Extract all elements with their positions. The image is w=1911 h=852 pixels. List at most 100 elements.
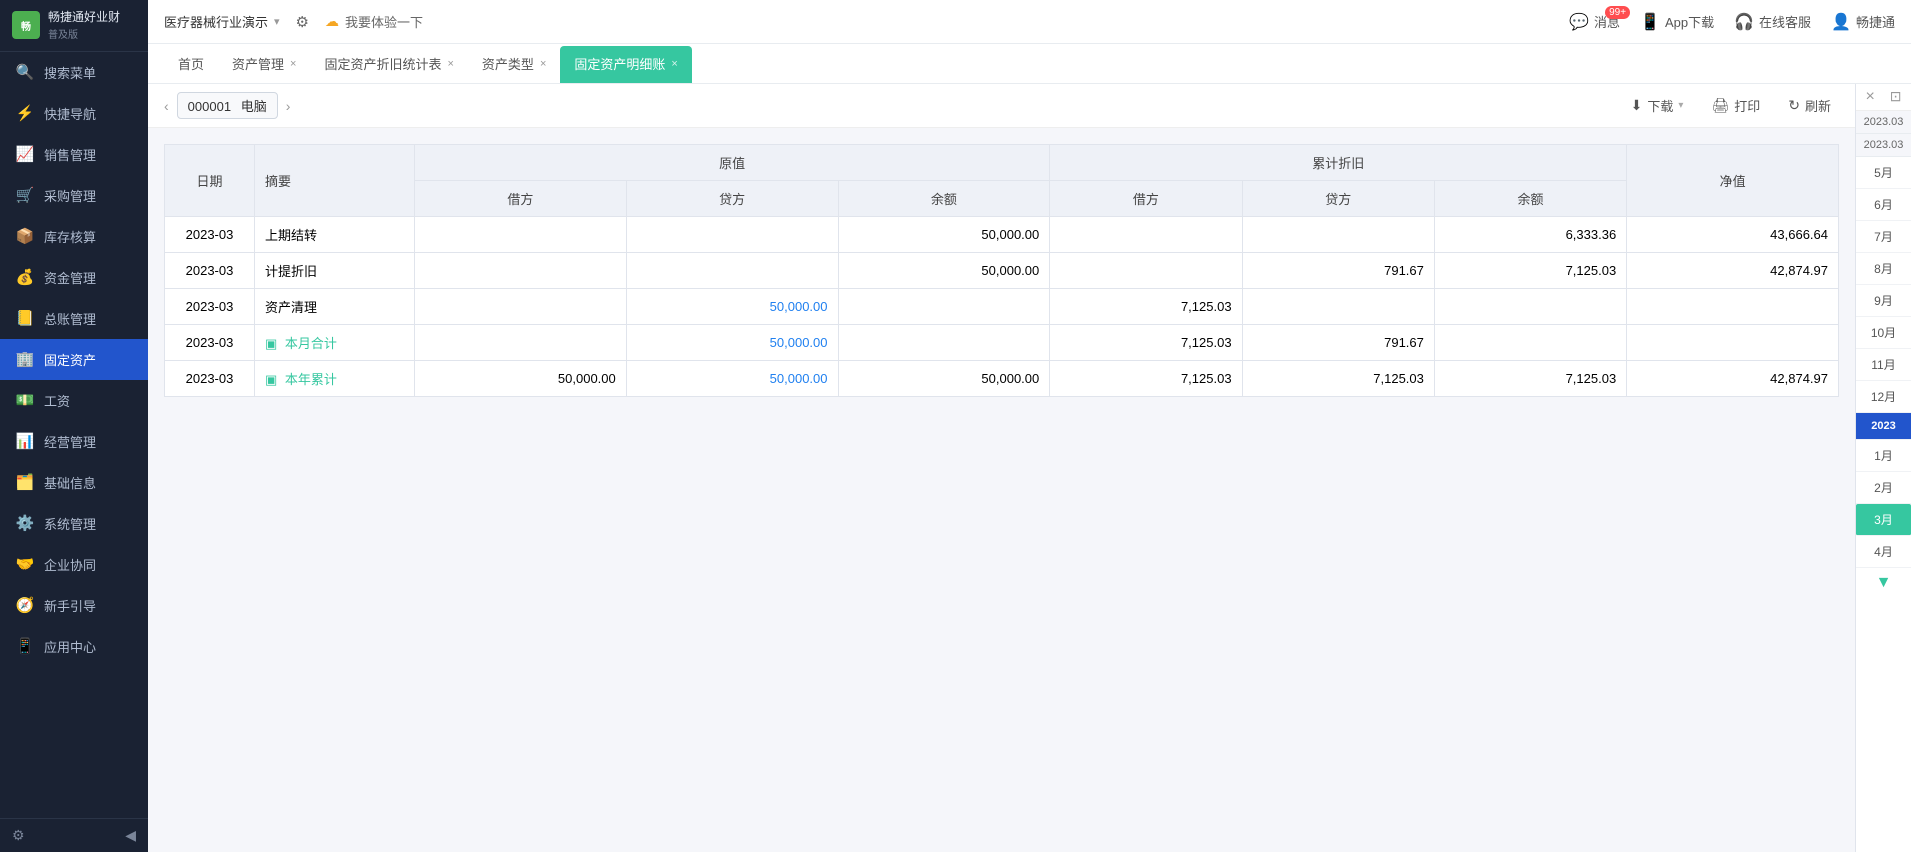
app-subtitle: 普及版: [48, 26, 120, 41]
cell-orig-credit: [626, 253, 838, 289]
cell-accum-credit: [1242, 289, 1434, 325]
sidebar-item-collab[interactable]: 🤝 企业协同: [0, 544, 148, 585]
cell-net-value: 43,666.64: [1627, 217, 1839, 253]
guide-icon: 🧭: [16, 596, 34, 614]
date-month-6月[interactable]: 6月: [1856, 189, 1911, 221]
tab-asset-type[interactable]: 资产类型 ×: [468, 46, 560, 83]
cell-summary: 资产清理: [255, 289, 415, 325]
sidebar-item-capital[interactable]: 💰 资金管理: [0, 257, 148, 298]
tab-assetmgmt[interactable]: 资产管理 ×: [218, 46, 310, 83]
date-panel-expand-icon[interactable]: ⊡: [1890, 88, 1902, 106]
cell-accum-debit: [1050, 253, 1242, 289]
sidebar-item-guide[interactable]: 🧭 新手引导: [0, 585, 148, 626]
date-month-12月[interactable]: 12月: [1856, 381, 1911, 413]
refresh-btn[interactable]: ↻ 刷新: [1780, 92, 1839, 119]
th-orig-balance: 余额: [838, 181, 1050, 217]
settings-icon[interactable]: ⚙: [12, 827, 25, 844]
date-month-5月[interactable]: 5月: [1856, 157, 1911, 189]
module-selector[interactable]: 医疗器械行业演示 ▾: [164, 12, 280, 31]
cell-accum-debit: 7,125.03: [1050, 361, 1242, 397]
table-row: 2023-03 ▣ 本月合计 50,000.00 7,125.03 791.67: [165, 325, 1839, 361]
date-month-11月[interactable]: 11月: [1856, 349, 1911, 381]
date-panel-close-icon[interactable]: ×: [1865, 88, 1874, 106]
date-month-10月[interactable]: 10月: [1856, 317, 1911, 349]
cell-date: 2023-03: [165, 289, 255, 325]
nav-item-box[interactable]: 000001 电脑: [177, 92, 278, 119]
tab-label-asset-detail: 固定资产明细账: [574, 54, 665, 73]
th-accum-depr: 累计折旧: [1050, 145, 1627, 181]
date-month-2023-4月[interactable]: 4月: [1856, 536, 1911, 568]
module-settings-icon[interactable]: ⚙: [292, 9, 313, 35]
date-section-header-2: 2023.03: [1856, 134, 1911, 157]
sidebar-label-purchase: 采购管理: [44, 186, 96, 205]
tab-close-asset-type[interactable]: ×: [540, 58, 546, 70]
cell-date: 2023-03: [165, 217, 255, 253]
cell-orig-credit: 50,000.00: [626, 289, 838, 325]
sidebar-item-fixedasset[interactable]: 🏢 固定资产: [0, 339, 148, 380]
tab-asset-detail[interactable]: 固定资产明细账 ×: [560, 46, 691, 83]
table-wrapper: 日期 摘要 原值 累计折旧 净值 借方 贷方 余额 借方 贷方 余额: [148, 128, 1855, 852]
date-month-8月[interactable]: 8月: [1856, 253, 1911, 285]
tab-close-assetmgmt[interactable]: ×: [290, 58, 296, 70]
cell-date: 2023-03: [165, 253, 255, 289]
sidebar-item-sysmanage[interactable]: ⚙️ 系统管理: [0, 503, 148, 544]
quicknav-icon: ⚡: [16, 104, 34, 122]
sidebar-item-sales[interactable]: 📈 销售管理: [0, 134, 148, 175]
th-summary: 摘要: [255, 145, 415, 217]
cell-accum-credit: 7,125.03: [1242, 361, 1434, 397]
date-year-marker-2023[interactable]: 2023: [1856, 413, 1911, 440]
page-content: ‹ 000001 电脑 › ⬇ 下载 ▾ 🖨 打印: [148, 84, 1855, 852]
print-btn[interactable]: 🖨 打印: [1703, 92, 1768, 119]
date-month-2023-2月[interactable]: 2月: [1856, 472, 1911, 504]
cell-accum-debit: [1050, 217, 1242, 253]
module-arrow-icon: ▾: [274, 15, 280, 28]
topbar-service[interactable]: 🎧 在线客服: [1734, 12, 1811, 32]
tab-depr-stat[interactable]: 固定资产折旧统计表×: [310, 46, 467, 83]
topbar-app[interactable]: 📱 App下载: [1640, 12, 1714, 32]
sidebar-item-bizmanage[interactable]: 📊 经营管理: [0, 421, 148, 462]
cell-accum-balance: 7,125.03: [1434, 253, 1626, 289]
sidebar-label-payroll: 工资: [44, 391, 70, 410]
experience-label: 我要体验一下: [345, 12, 423, 31]
date-month-2023-1月[interactable]: 1月: [1856, 440, 1911, 472]
tab-home[interactable]: 首页: [164, 46, 218, 83]
topbar-message[interactable]: 💬 消息 99+: [1569, 12, 1620, 32]
cell-orig-balance: 50,000.00: [838, 217, 1050, 253]
th-accum-balance: 余额: [1434, 181, 1626, 217]
date-month-2023-3月[interactable]: 3月: [1856, 504, 1911, 536]
purchase-icon: 🛒: [16, 186, 34, 204]
download-label: 下载: [1647, 96, 1673, 115]
tab-close-asset-detail[interactable]: ×: [671, 58, 677, 70]
nav-next-icon[interactable]: ›: [286, 98, 291, 114]
sidebar-item-inventory[interactable]: 📦 库存核算: [0, 216, 148, 257]
sidebar-label-sales: 销售管理: [44, 145, 96, 164]
sidebar-item-payroll[interactable]: 💵 工资: [0, 380, 148, 421]
fixedasset-icon: 🏢: [16, 350, 34, 368]
sidebar-item-search[interactable]: 🔍 搜索菜单: [0, 52, 148, 93]
nav-prev-icon[interactable]: ‹: [164, 98, 169, 114]
topbar-user[interactable]: 👤 畅捷通: [1831, 12, 1895, 32]
cell-accum-balance: 6,333.36: [1434, 217, 1626, 253]
date-panel-down-icon[interactable]: ▼: [1856, 568, 1911, 598]
cell-net-value: [1627, 325, 1839, 361]
date-month-9月[interactable]: 9月: [1856, 285, 1911, 317]
collapse-sidebar-icon[interactable]: ◀: [125, 827, 136, 844]
date-month-7月[interactable]: 7月: [1856, 221, 1911, 253]
experience-btn[interactable]: ☁ 我要体验一下: [325, 12, 423, 31]
tab-label-assetmgmt: 资产管理: [232, 54, 284, 73]
sidebar-label-inventory: 库存核算: [44, 227, 96, 246]
tab-label-asset-type: 资产类型: [482, 54, 534, 73]
baseinfo-icon: 🗂️: [16, 473, 34, 491]
cell-summary: ▣ 本年累计: [255, 361, 415, 397]
sidebar-item-appcenter[interactable]: 📱 应用中心: [0, 626, 148, 667]
sidebar-item-purchase[interactable]: 🛒 采购管理: [0, 175, 148, 216]
cell-orig-credit: 50,000.00: [626, 361, 838, 397]
tab-close-depr-stat[interactable]: ×: [447, 58, 453, 70]
print-icon: 🖨: [1711, 97, 1729, 114]
sidebar-item-quicknav[interactable]: ⚡ 快捷导航: [0, 93, 148, 134]
sidebar-item-baseinfo[interactable]: 🗂️ 基础信息: [0, 462, 148, 503]
table-body: 2023-03 上期结转 50,000.00 6,333.36 43,666.6…: [165, 217, 1839, 397]
download-btn[interactable]: ⬇ 下载 ▾: [1623, 92, 1692, 119]
th-original-value: 原值: [415, 145, 1050, 181]
sidebar-item-gl[interactable]: 📒 总账管理: [0, 298, 148, 339]
